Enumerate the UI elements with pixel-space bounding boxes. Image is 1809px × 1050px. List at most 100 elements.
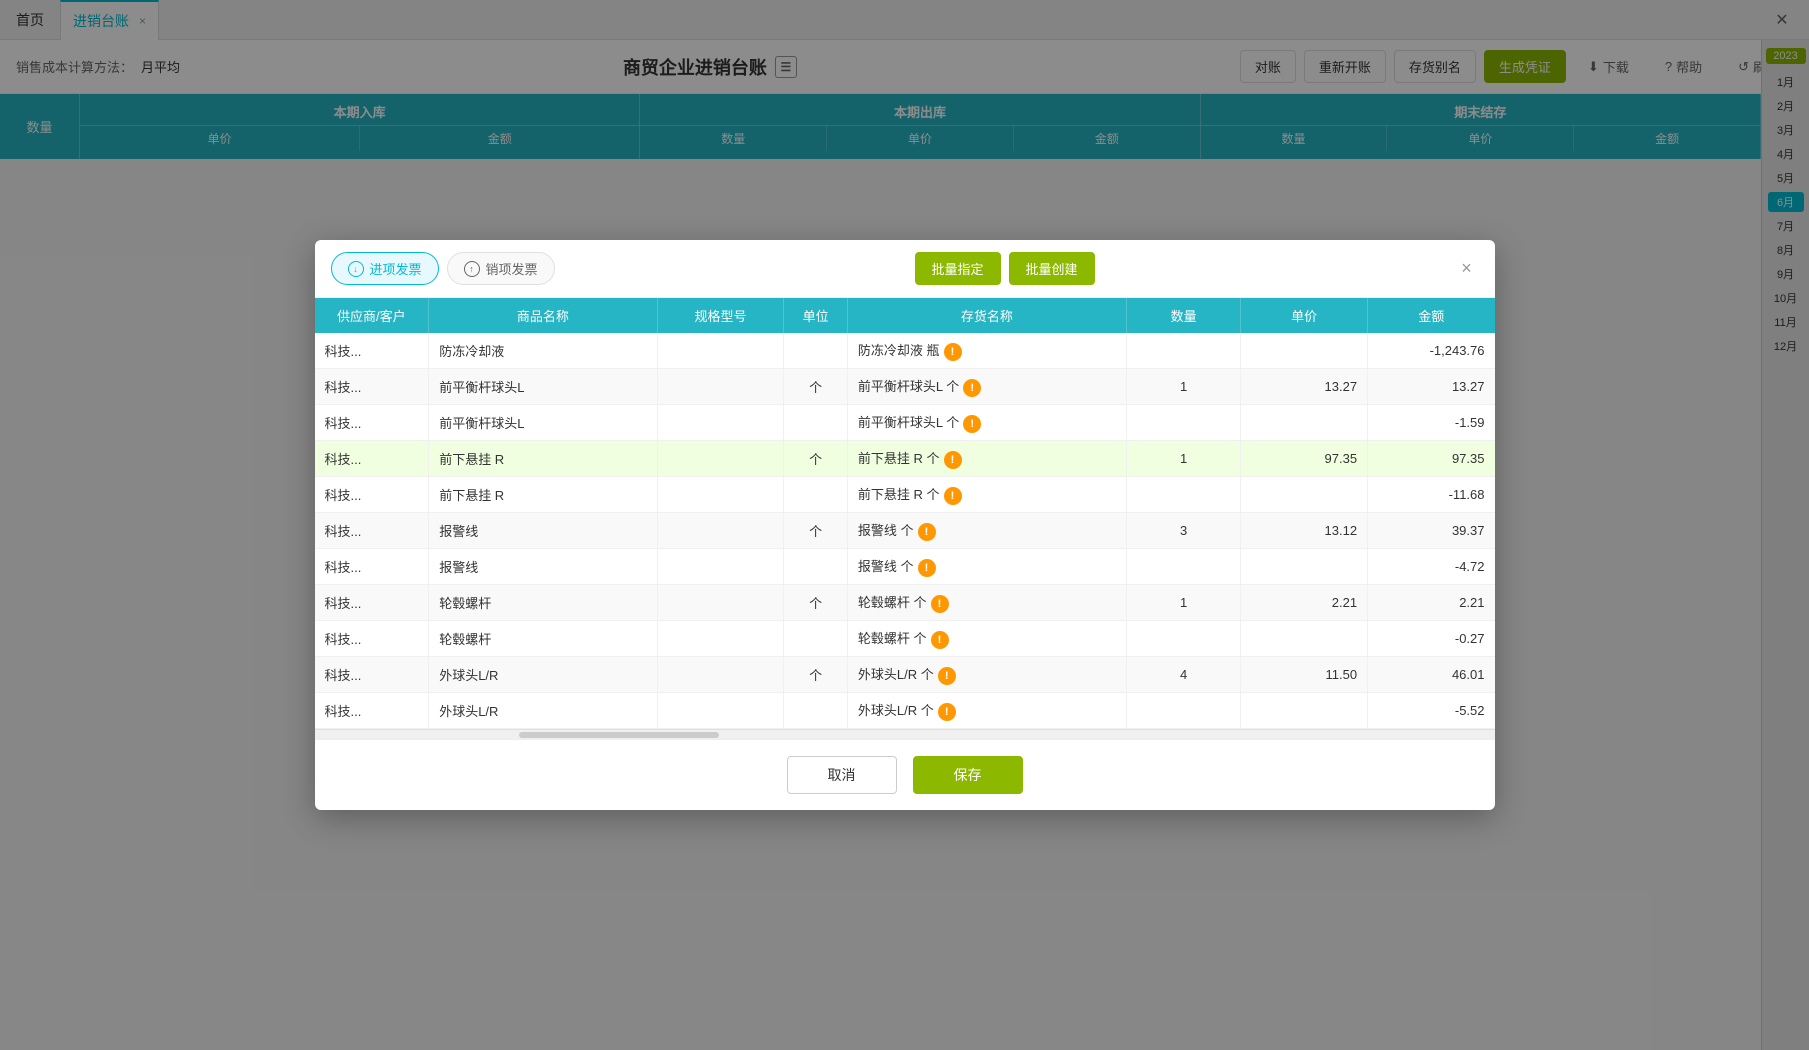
- td-product: 前平衡杆球头L: [429, 369, 657, 405]
- td-amount: 39.37: [1368, 513, 1495, 549]
- batch-create-button[interactable]: 批量创建: [1009, 252, 1095, 285]
- td-supplier: 科技...: [315, 441, 429, 477]
- warning-icon: !: [963, 415, 981, 433]
- td-amount: -1,243.76: [1368, 333, 1495, 369]
- td-stock: 轮毂螺杆 个!: [847, 621, 1126, 657]
- td-amount: -5.52: [1368, 693, 1495, 729]
- td-stock: 前平衡杆球头L 个!: [847, 369, 1126, 405]
- td-stock: 前下悬挂 R 个!: [847, 441, 1126, 477]
- td-qty: 1: [1127, 441, 1241, 477]
- td-amount: 2.21: [1368, 585, 1495, 621]
- td-spec: [657, 693, 784, 729]
- td-qty: [1127, 477, 1241, 513]
- td-unit: [784, 621, 847, 657]
- td-spec: [657, 657, 784, 693]
- td-spec: [657, 621, 784, 657]
- dialog-top-actions: 批量指定 批量创建: [915, 252, 1095, 285]
- td-amount: -1.59: [1368, 405, 1495, 441]
- outbound-tab-icon: ↑: [464, 261, 480, 277]
- td-spec: [657, 477, 784, 513]
- invoice-table: 供应商/客户 商品名称 规格型号 单位 存货名称 数量 单价 金额 科技... …: [315, 298, 1495, 729]
- table-row[interactable]: 科技... 前下悬挂 R 前下悬挂 R 个! -11.68: [315, 477, 1495, 513]
- td-unit: 个: [784, 441, 847, 477]
- td-amount: 46.01: [1368, 657, 1495, 693]
- table-row[interactable]: 科技... 轮毂螺杆 轮毂螺杆 个! -0.27: [315, 621, 1495, 657]
- td-price: [1241, 477, 1368, 513]
- td-price: 97.35: [1241, 441, 1368, 477]
- td-stock: 防冻冷却液 瓶!: [847, 333, 1126, 369]
- td-spec: [657, 441, 784, 477]
- td-amount: -0.27: [1368, 621, 1495, 657]
- table-row[interactable]: 科技... 防冻冷却液 防冻冷却液 瓶! -1,243.76: [315, 333, 1495, 369]
- table-row[interactable]: 科技... 外球头L/R 个 外球头L/R 个! 4 11.50 46.01: [315, 657, 1495, 693]
- td-stock: 外球头L/R 个!: [847, 693, 1126, 729]
- td-unit: [784, 333, 847, 369]
- td-price: 13.12: [1241, 513, 1368, 549]
- inbound-tab-icon: ↓: [348, 261, 364, 277]
- warning-icon: !: [918, 523, 936, 541]
- th-supplier: 供应商/客户: [315, 298, 429, 333]
- th-price: 单价: [1241, 298, 1368, 333]
- td-stock: 轮毂螺杆 个!: [847, 585, 1126, 621]
- stock-name-text: 防冻冷却液 瓶: [858, 343, 940, 358]
- horizontal-scrollbar[interactable]: [315, 729, 1495, 739]
- cancel-button[interactable]: 取消: [787, 756, 897, 794]
- td-unit: 个: [784, 513, 847, 549]
- td-qty: 1: [1127, 369, 1241, 405]
- td-product: 前下悬挂 R: [429, 441, 657, 477]
- save-button[interactable]: 保存: [913, 756, 1023, 794]
- th-product: 商品名称: [429, 298, 657, 333]
- table-row[interactable]: 科技... 报警线 报警线 个! -4.72: [315, 549, 1495, 585]
- stock-name-text: 报警线 个: [858, 523, 914, 538]
- td-product: 报警线: [429, 549, 657, 585]
- modal-overlay: ↓ 进项发票 ↑ 销项发票 批量指定 批量创建 × 供应商/客户 商品名称 规格: [0, 0, 1809, 1050]
- td-qty: 3: [1127, 513, 1241, 549]
- warning-icon: !: [918, 559, 936, 577]
- td-spec: [657, 513, 784, 549]
- td-spec: [657, 369, 784, 405]
- warning-icon: !: [931, 631, 949, 649]
- stock-name-text: 外球头L/R 个: [858, 703, 934, 718]
- td-spec: [657, 585, 784, 621]
- dialog-table-scroll[interactable]: 供应商/客户 商品名称 规格型号 单位 存货名称 数量 单价 金额 科技... …: [315, 298, 1495, 729]
- td-unit: 个: [784, 369, 847, 405]
- td-product: 前下悬挂 R: [429, 477, 657, 513]
- table-row[interactable]: 科技... 前下悬挂 R 个 前下悬挂 R 个! 1 97.35 97.35: [315, 441, 1495, 477]
- dialog-close-button[interactable]: ×: [1455, 257, 1479, 281]
- td-unit: 个: [784, 657, 847, 693]
- td-price: [1241, 333, 1368, 369]
- td-supplier: 科技...: [315, 513, 429, 549]
- th-amount: 金额: [1368, 298, 1495, 333]
- td-stock: 外球头L/R 个!: [847, 657, 1126, 693]
- table-row[interactable]: 科技... 轮毂螺杆 个 轮毂螺杆 个! 1 2.21 2.21: [315, 585, 1495, 621]
- dialog-header: ↓ 进项发票 ↑ 销项发票 批量指定 批量创建 ×: [315, 240, 1495, 298]
- tab-inbound-invoice[interactable]: ↓ 进项发票: [331, 252, 439, 285]
- td-product: 报警线: [429, 513, 657, 549]
- td-price: [1241, 405, 1368, 441]
- td-spec: [657, 405, 784, 441]
- td-supplier: 科技...: [315, 585, 429, 621]
- table-row[interactable]: 科技... 前平衡杆球头L 个 前平衡杆球头L 个! 1 13.27 13.27: [315, 369, 1495, 405]
- td-product: 外球头L/R: [429, 693, 657, 729]
- table-row[interactable]: 科技... 外球头L/R 外球头L/R 个! -5.52: [315, 693, 1495, 729]
- td-product: 防冻冷却液: [429, 333, 657, 369]
- td-qty: 4: [1127, 657, 1241, 693]
- batch-assign-button[interactable]: 批量指定: [915, 252, 1001, 285]
- td-price: [1241, 693, 1368, 729]
- td-stock: 前平衡杆球头L 个!: [847, 405, 1126, 441]
- stock-name-text: 轮毂螺杆 个: [858, 631, 927, 646]
- td-supplier: 科技...: [315, 477, 429, 513]
- td-price: [1241, 549, 1368, 585]
- td-qty: [1127, 549, 1241, 585]
- td-unit: [784, 693, 847, 729]
- th-unit: 单位: [784, 298, 847, 333]
- th-spec: 规格型号: [657, 298, 784, 333]
- td-unit: [784, 405, 847, 441]
- warning-icon: !: [944, 343, 962, 361]
- table-row[interactable]: 科技... 前平衡杆球头L 前平衡杆球头L 个! -1.59: [315, 405, 1495, 441]
- h-scroll-thumb[interactable]: [519, 732, 719, 738]
- td-price: 13.27: [1241, 369, 1368, 405]
- td-price: 11.50: [1241, 657, 1368, 693]
- tab-outbound-invoice[interactable]: ↑ 销项发票: [447, 252, 555, 285]
- table-row[interactable]: 科技... 报警线 个 报警线 个! 3 13.12 39.37: [315, 513, 1495, 549]
